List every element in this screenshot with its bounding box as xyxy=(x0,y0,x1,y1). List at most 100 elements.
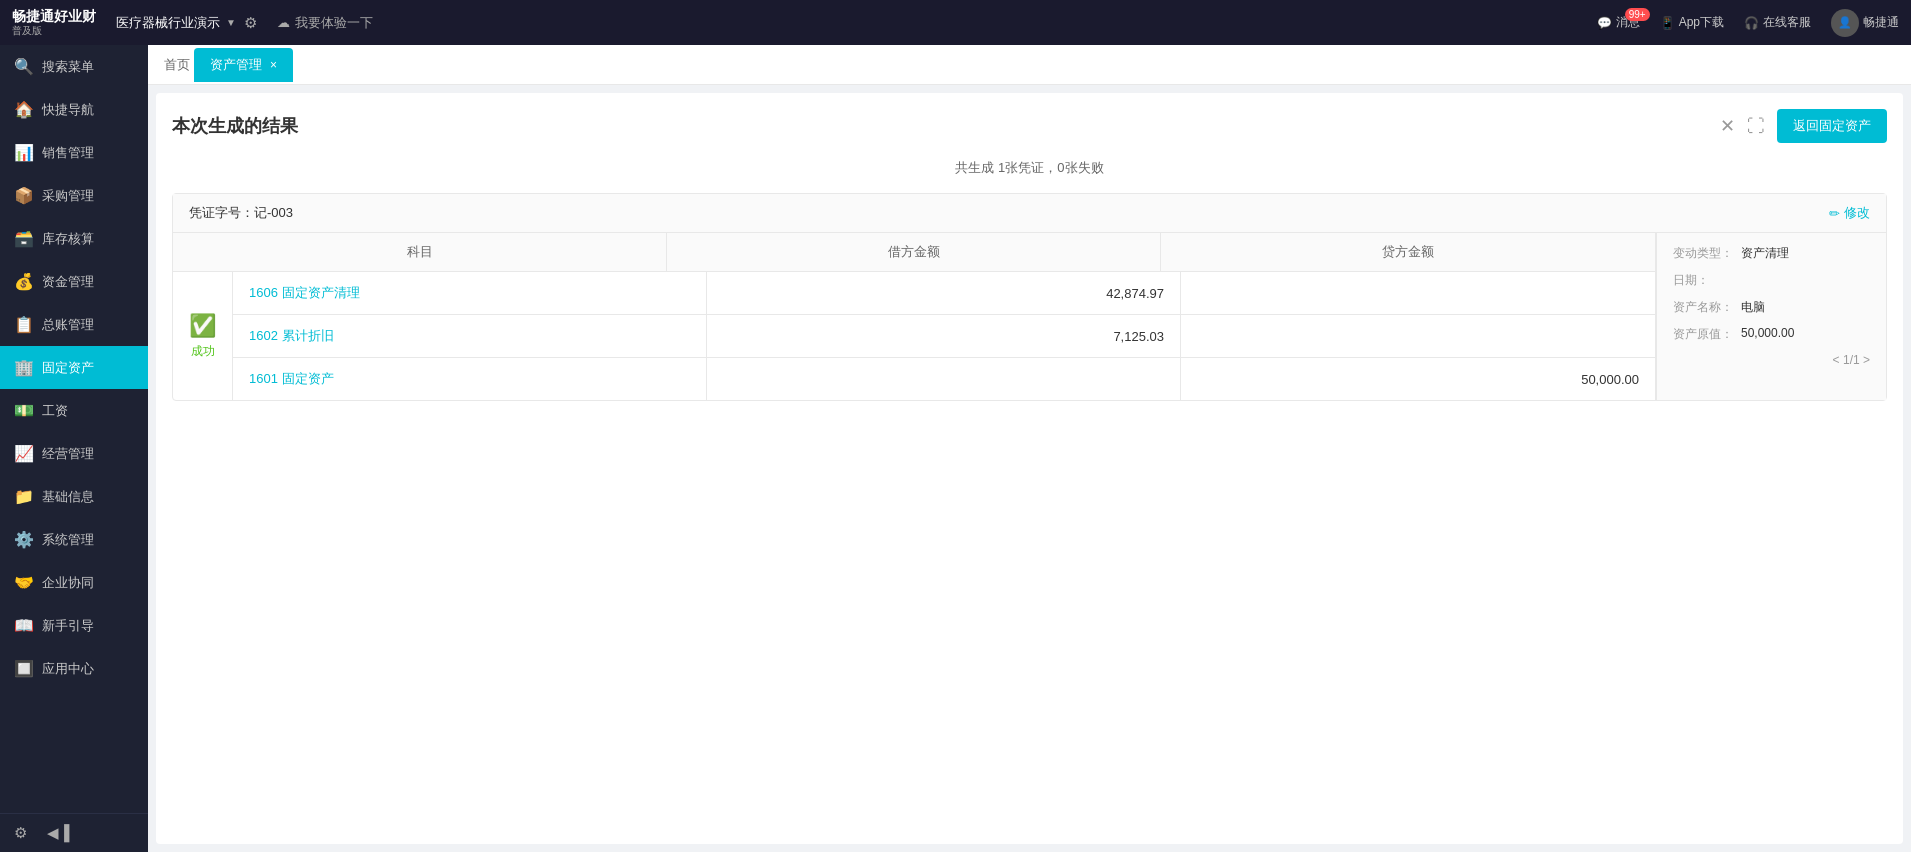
table-rows-wrapper: ✅ 成功 1606 固定资产清理 42,874.97 xyxy=(173,272,1655,400)
table-row: 1601 固定资产 50,000.00 xyxy=(233,358,1655,400)
home-icon: 🏠 xyxy=(14,100,34,119)
sidebar-item-label: 资金管理 xyxy=(42,273,94,291)
sidebar-item-payroll[interactable]: 💵 工资 xyxy=(0,389,148,432)
tab-bar: 首页 资产管理 × xyxy=(148,45,1911,85)
subject-cell-3: 1601 固定资产 xyxy=(233,358,707,400)
sidebar-item-finance[interactable]: 💰 资金管理 xyxy=(0,260,148,303)
experience-label: 我要体验一下 xyxy=(295,14,373,32)
sidebar-item-label: 基础信息 xyxy=(42,488,94,506)
pagination[interactable]: < 1/1 > xyxy=(1673,353,1870,367)
sidebar-item-fixed-assets[interactable]: 🏢 固定资产 xyxy=(0,346,148,389)
sidebar-item-collaboration[interactable]: 🤝 企业协同 xyxy=(0,561,148,604)
sidebar-footer: ⚙ ◀▐ xyxy=(0,813,148,852)
sidebar-item-label: 企业协同 xyxy=(42,574,94,592)
money-icon: 💰 xyxy=(14,272,34,291)
subject-cell-1: 1606 固定资产清理 xyxy=(233,272,707,314)
return-button[interactable]: 返回固定资产 xyxy=(1777,109,1887,143)
sidebar-item-label: 经营管理 xyxy=(42,445,94,463)
close-button[interactable]: ✕ xyxy=(1720,115,1735,137)
sidebar-item-search[interactable]: 🔍 搜索菜单 xyxy=(0,45,148,88)
settings-icon[interactable]: ⚙ xyxy=(244,14,257,32)
subject-cell-2: 1602 累计折旧 xyxy=(233,315,707,357)
online-service-button[interactable]: 🎧 在线客服 xyxy=(1744,14,1811,31)
avatar-icon: 👤 xyxy=(1838,16,1852,29)
date-row: 日期： xyxy=(1673,272,1870,289)
header-credit: 贷方金额 xyxy=(1161,233,1655,271)
app-download-label: App下载 xyxy=(1679,14,1724,31)
gear-icon: ⚙️ xyxy=(14,530,34,549)
search-icon: 🔍 xyxy=(14,57,34,76)
sidebar-item-purchase[interactable]: 📦 采购管理 xyxy=(0,174,148,217)
pagination-next-icon[interactable]: > xyxy=(1863,353,1870,367)
guide-icon: 📖 xyxy=(14,616,34,635)
table-row: 1602 累计折旧 7,125.03 xyxy=(233,315,1655,358)
footer-settings-icon[interactable]: ⚙ xyxy=(14,824,27,842)
home-tab[interactable]: 首页 xyxy=(164,56,190,74)
company-selector[interactable]: 医疗器械行业演示 ▼ xyxy=(116,14,236,32)
status-text: 成功 xyxy=(191,343,215,360)
sidebar-item-quick-nav[interactable]: 🏠 快捷导航 xyxy=(0,88,148,131)
pagination-prev-icon[interactable]: < xyxy=(1833,353,1840,367)
original-value-label: 资产原值： xyxy=(1673,326,1733,343)
messages-button[interactable]: 💬 消息 99+ xyxy=(1597,14,1640,31)
asset-name-row: 资产名称： 电脑 xyxy=(1673,299,1870,316)
voucher-number: 凭证字号：记-003 xyxy=(189,204,293,222)
debit-cell-1: 42,874.97 xyxy=(707,272,1181,314)
sidebar: 🔍 搜索菜单 🏠 快捷导航 📊 销售管理 📦 采购管理 🗃️ 库存核算 💰 xyxy=(0,45,148,852)
phone-icon: 📱 xyxy=(1660,16,1675,30)
sidebar-item-label: 应用中心 xyxy=(42,660,94,678)
app-logo: 畅捷通好业财 普及版 xyxy=(12,8,96,37)
company-dropdown-arrow: ▼ xyxy=(226,17,236,28)
page-title: 本次生成的结果 xyxy=(172,114,298,138)
active-tab[interactable]: 资产管理 × xyxy=(194,48,293,82)
edit-icon: ✏ xyxy=(1829,206,1840,221)
voucher-header: 凭证字号：记-003 ✏ 修改 xyxy=(173,194,1886,233)
sidebar-item-operations[interactable]: 📈 经营管理 xyxy=(0,432,148,475)
page-content: 本次生成的结果 ✕ ⛶ 返回固定资产 共生成 1张凭证，0张失败 凭证字号：记-… xyxy=(156,93,1903,844)
avatar: 👤 xyxy=(1831,9,1859,37)
sidebar-item-label: 销售管理 xyxy=(42,144,94,162)
tab-close-button[interactable]: × xyxy=(270,59,277,71)
ops-icon: 📈 xyxy=(14,444,34,463)
table-row: 1606 固定资产清理 42,874.97 xyxy=(233,272,1655,315)
sidebar-item-inventory[interactable]: 🗃️ 库存核算 xyxy=(0,217,148,260)
credit-cell-2 xyxy=(1181,315,1655,357)
asset-name-label: 资产名称： xyxy=(1673,299,1733,316)
edit-button[interactable]: ✏ 修改 xyxy=(1829,204,1870,222)
logo-sub-text: 普及版 xyxy=(12,25,96,37)
sidebar-item-apps[interactable]: 🔲 应用中心 xyxy=(0,647,148,690)
payroll-icon: 💵 xyxy=(14,401,34,420)
apps-icon: 🔲 xyxy=(14,659,34,678)
messages-badge: 99+ xyxy=(1625,8,1650,21)
active-tab-label: 资产管理 xyxy=(210,56,262,74)
topbar-right: 💬 消息 99+ 📱 App下载 🎧 在线客服 👤 畅捷通 xyxy=(1597,9,1899,37)
table-data-rows: 1606 固定资产清理 42,874.97 1602 累计折旧 7,125.03 xyxy=(233,272,1655,400)
sidebar-item-sales[interactable]: 📊 销售管理 xyxy=(0,131,148,174)
experience-button[interactable]: ☁ 我要体验一下 xyxy=(277,14,373,32)
sidebar-item-label: 采购管理 xyxy=(42,187,94,205)
edit-label: 修改 xyxy=(1844,204,1870,222)
status-column: ✅ 成功 xyxy=(173,272,233,400)
sidebar-item-label: 新手引导 xyxy=(42,617,94,635)
sidebar-item-basic-info[interactable]: 📁 基础信息 xyxy=(0,475,148,518)
sidebar-item-guide[interactable]: 📖 新手引导 xyxy=(0,604,148,647)
voucher-container: 凭证字号：记-003 ✏ 修改 科目 借方金额 贷方金额 xyxy=(172,193,1887,401)
expand-button[interactable]: ⛶ xyxy=(1747,116,1765,137)
headset-icon: 🎧 xyxy=(1744,16,1759,30)
asset-name-value: 电脑 xyxy=(1741,299,1765,316)
sidebar-item-ledger[interactable]: 📋 总账管理 xyxy=(0,303,148,346)
sidebar-collapse-icon[interactable]: ◀▐ xyxy=(47,824,70,842)
debit-cell-2: 7,125.03 xyxy=(707,315,1181,357)
main-layout: 🔍 搜索菜单 🏠 快捷导航 📊 销售管理 📦 采购管理 🗃️ 库存核算 💰 xyxy=(0,45,1911,852)
sidebar-item-label: 工资 xyxy=(42,402,68,420)
pagination-text: 1/1 xyxy=(1843,353,1863,367)
result-summary: 共生成 1张凭证，0张失败 xyxy=(172,159,1887,177)
date-label: 日期： xyxy=(1673,272,1709,289)
message-icon: 💬 xyxy=(1597,16,1612,30)
sidebar-item-label: 总账管理 xyxy=(42,316,94,334)
sidebar-item-system[interactable]: ⚙️ 系统管理 xyxy=(0,518,148,561)
online-service-label: 在线客服 xyxy=(1763,14,1811,31)
user-profile[interactable]: 👤 畅捷通 xyxy=(1831,9,1899,37)
app-download-button[interactable]: 📱 App下载 xyxy=(1660,14,1724,31)
sidebar-item-label: 快捷导航 xyxy=(42,101,94,119)
